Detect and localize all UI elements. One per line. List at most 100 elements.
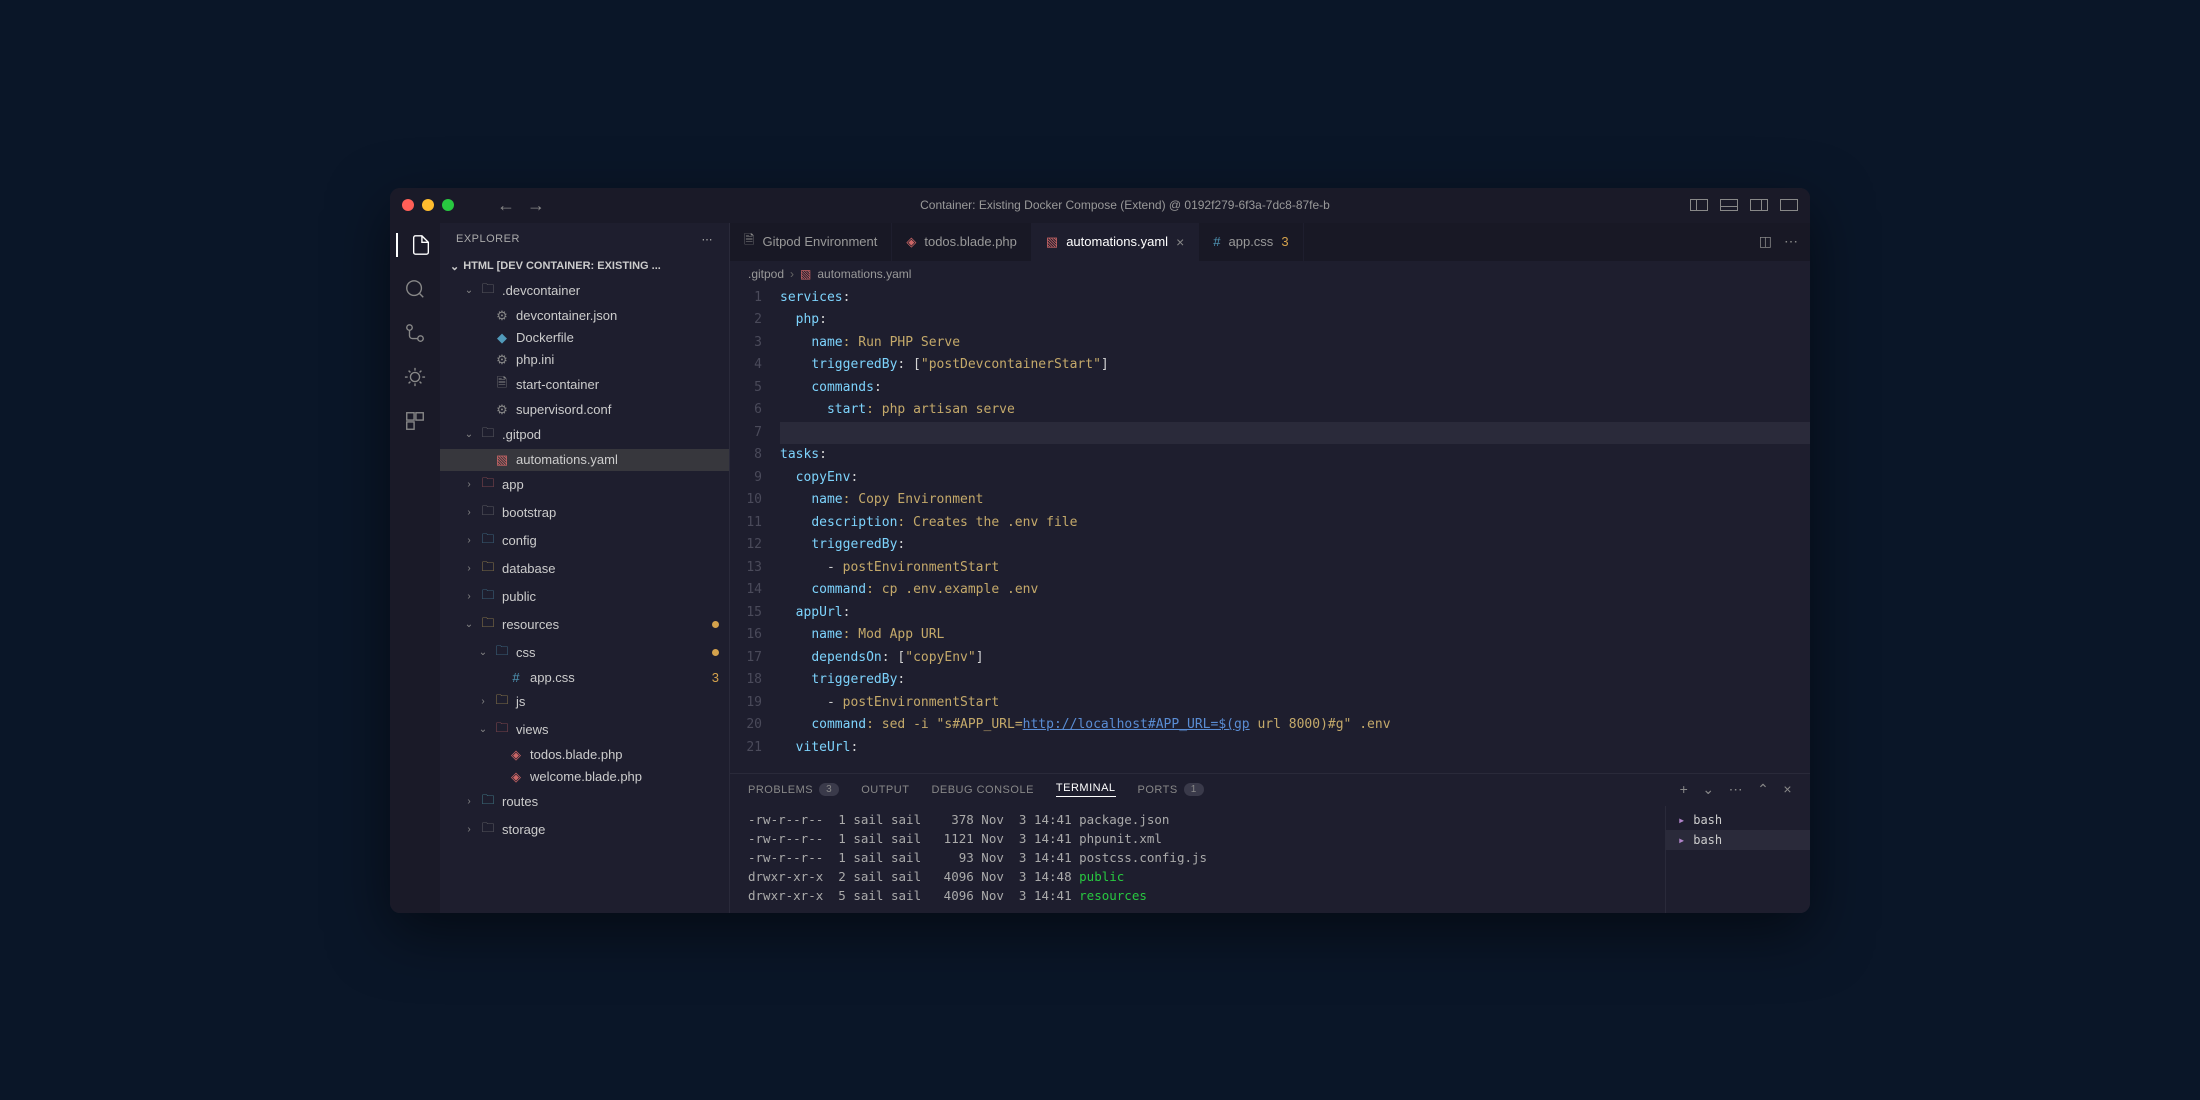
code-line-15[interactable]: appUrl:: [780, 602, 1810, 625]
code-line-21[interactable]: viteUrl:: [780, 737, 1810, 760]
tree-item-php-ini[interactable]: ⚙php.ini: [440, 349, 729, 371]
more-actions-icon[interactable]: ⋯: [1784, 233, 1798, 250]
panel-tab-debug-console[interactable]: DEBUG CONSOLE: [931, 784, 1033, 796]
tree-item-label: .gitpod: [502, 427, 541, 442]
folder-icon: 🗀: [480, 474, 496, 496]
minimize-window-button[interactable]: [422, 199, 434, 211]
tree-item--gitpod[interactable]: ⌄🗀.gitpod: [440, 421, 729, 449]
toggle-secondary-sidebar-icon[interactable]: [1750, 199, 1768, 211]
forward-button[interactable]: →: [527, 195, 545, 216]
code-line-8[interactable]: tasks:: [780, 444, 1810, 467]
file-tree: ⌄🗀.devcontainer⚙devcontainer.json◆Docker…: [440, 277, 729, 913]
tab-automations-yaml[interactable]: ▧automations.yaml×: [1032, 223, 1199, 261]
panel-tab-output[interactable]: OUTPUT: [861, 784, 909, 796]
tree-item-label: app.css: [530, 670, 575, 685]
tree-item-app-css[interactable]: #app.css3: [440, 667, 729, 688]
chevron-down-icon: ⌄: [450, 260, 459, 273]
close-window-button[interactable]: [402, 199, 414, 211]
breadcrumb-folder: .gitpod: [748, 267, 784, 281]
debug-activity-icon[interactable]: [403, 365, 427, 389]
code-editor[interactable]: 123456789101112131415161718192021 servic…: [730, 287, 1810, 773]
tree-item-public[interactable]: ›🗀public: [440, 583, 729, 611]
code-line-18[interactable]: triggeredBy:: [780, 669, 1810, 692]
maximize-panel-icon[interactable]: ⌃: [1757, 781, 1769, 798]
tree-item-css[interactable]: ⌄🗀css: [440, 639, 729, 667]
tree-item-js[interactable]: ›🗀js: [440, 688, 729, 716]
tree-item-app[interactable]: ›🗀app: [440, 471, 729, 499]
close-panel-icon[interactable]: ×: [1783, 781, 1792, 798]
window-title[interactable]: Container: Existing Docker Compose (Exte…: [568, 198, 1682, 212]
code-line-6[interactable]: start: php artisan serve: [780, 399, 1810, 422]
workspace-section-header[interactable]: ⌄ HTML [DEV CONTAINER: EXISTING ...: [440, 256, 729, 277]
code-content[interactable]: services: php: name: Run PHP Serve trigg…: [780, 287, 1810, 773]
code-line-14[interactable]: command: cp .env.example .env: [780, 579, 1810, 602]
code-line-20[interactable]: command: sed -i "s#APP_URL=http://localh…: [780, 714, 1810, 737]
customize-layout-icon[interactable]: [1780, 199, 1798, 211]
tree-item-database[interactable]: ›🗀database: [440, 555, 729, 583]
tree-item-start-container[interactable]: 🗎start-container: [440, 371, 729, 399]
code-line-7[interactable]: [780, 422, 1810, 445]
tree-item-welcome-blade-php[interactable]: ◈welcome.blade.php: [440, 766, 729, 788]
terminal-output[interactable]: -rw-r--r-- 1 sail sail 378 Nov 3 14:41 p…: [730, 806, 1665, 913]
code-line-12[interactable]: triggeredBy:: [780, 534, 1810, 557]
tree-item-label: app: [502, 477, 524, 492]
tree-item-config[interactable]: ›🗀config: [440, 527, 729, 555]
extensions-activity-icon[interactable]: [403, 409, 427, 433]
tab-Gitpod-Environment[interactable]: 🗎Gitpod Environment: [730, 223, 892, 261]
breadcrumb-file: automations.yaml: [817, 267, 911, 281]
tab-todos-blade-php[interactable]: ◈todos.blade.php: [892, 223, 1032, 261]
panel-tab-ports[interactable]: PORTS1: [1138, 783, 1204, 796]
gear-icon: ⚙: [494, 352, 510, 368]
tree-item-todos-blade-php[interactable]: ◈todos.blade.php: [440, 744, 729, 766]
code-line-5[interactable]: commands:: [780, 377, 1810, 400]
explorer-activity-icon[interactable]: [396, 233, 432, 257]
tree-item-views[interactable]: ⌄🗀views: [440, 716, 729, 744]
tree-item-resources[interactable]: ⌄🗀resources: [440, 611, 729, 639]
tree-item--devcontainer[interactable]: ⌄🗀.devcontainer: [440, 277, 729, 305]
code-line-1[interactable]: services:: [780, 287, 1810, 310]
search-activity-icon[interactable]: [403, 277, 427, 301]
tree-item-supervisord-conf[interactable]: ⚙supervisord.conf: [440, 399, 729, 421]
maximize-window-button[interactable]: [442, 199, 454, 211]
tree-item-Dockerfile[interactable]: ◆Dockerfile: [440, 327, 729, 349]
code-line-17[interactable]: dependsOn: ["copyEnv"]: [780, 647, 1810, 670]
close-tab-icon[interactable]: ×: [1176, 234, 1184, 250]
main-area: EXPLORER ⋯ ⌄ HTML [DEV CONTAINER: EXISTI…: [390, 223, 1810, 913]
chevron-icon: ⌄: [464, 619, 474, 630]
code-line-9[interactable]: copyEnv:: [780, 467, 1810, 490]
source-control-activity-icon[interactable]: [403, 321, 427, 345]
panel-tab-badge: 3: [819, 783, 839, 796]
back-button[interactable]: ←: [497, 195, 515, 216]
code-line-2[interactable]: php:: [780, 309, 1810, 332]
folder-icon: 🗀: [480, 280, 496, 302]
terminal-dropdown-icon[interactable]: ⌄: [1702, 781, 1714, 798]
code-line-4[interactable]: triggeredBy: ["postDevcontainerStart"]: [780, 354, 1810, 377]
terminal-instance[interactable]: ▸bash: [1666, 810, 1810, 830]
split-editor-icon[interactable]: ◫: [1759, 233, 1772, 250]
panel-tab-terminal[interactable]: TERMINAL: [1056, 782, 1116, 797]
tree-item-bootstrap[interactable]: ›🗀bootstrap: [440, 499, 729, 527]
code-line-16[interactable]: name: Mod App URL: [780, 624, 1810, 647]
toggle-primary-sidebar-icon[interactable]: [1690, 199, 1708, 211]
code-line-13[interactable]: - postEnvironmentStart: [780, 557, 1810, 580]
tab-app-css[interactable]: #app.css3: [1199, 223, 1303, 261]
tree-item-devcontainer-json[interactable]: ⚙devcontainer.json: [440, 305, 729, 327]
breadcrumb[interactable]: .gitpod › ▧ automations.yaml: [730, 261, 1810, 287]
code-line-11[interactable]: description: Creates the .env file: [780, 512, 1810, 535]
tree-item-automations-yaml[interactable]: ▧automations.yaml: [440, 449, 729, 471]
terminal-instance[interactable]: ▸bash: [1666, 830, 1810, 850]
tree-item-label: css: [516, 645, 536, 660]
panel-more-icon[interactable]: ⋯: [1729, 781, 1744, 798]
tree-item-routes[interactable]: ›🗀routes: [440, 788, 729, 816]
explorer-more-icon[interactable]: ⋯: [702, 233, 714, 246]
code-line-3[interactable]: name: Run PHP Serve: [780, 332, 1810, 355]
code-line-19[interactable]: - postEnvironmentStart: [780, 692, 1810, 715]
code-line-10[interactable]: name: Copy Environment: [780, 489, 1810, 512]
editor-tabs: 🗎Gitpod Environment◈todos.blade.php▧auto…: [730, 223, 1810, 261]
toggle-panel-icon[interactable]: [1720, 199, 1738, 211]
panel-tab-problems[interactable]: PROBLEMS3: [748, 783, 839, 796]
panel-actions: + ⌄ ⋯ ⌃ ×: [1680, 781, 1792, 798]
new-terminal-icon[interactable]: +: [1680, 781, 1689, 798]
tree-item-storage[interactable]: ›🗀storage: [440, 816, 729, 844]
problems-count: 3: [712, 670, 719, 685]
